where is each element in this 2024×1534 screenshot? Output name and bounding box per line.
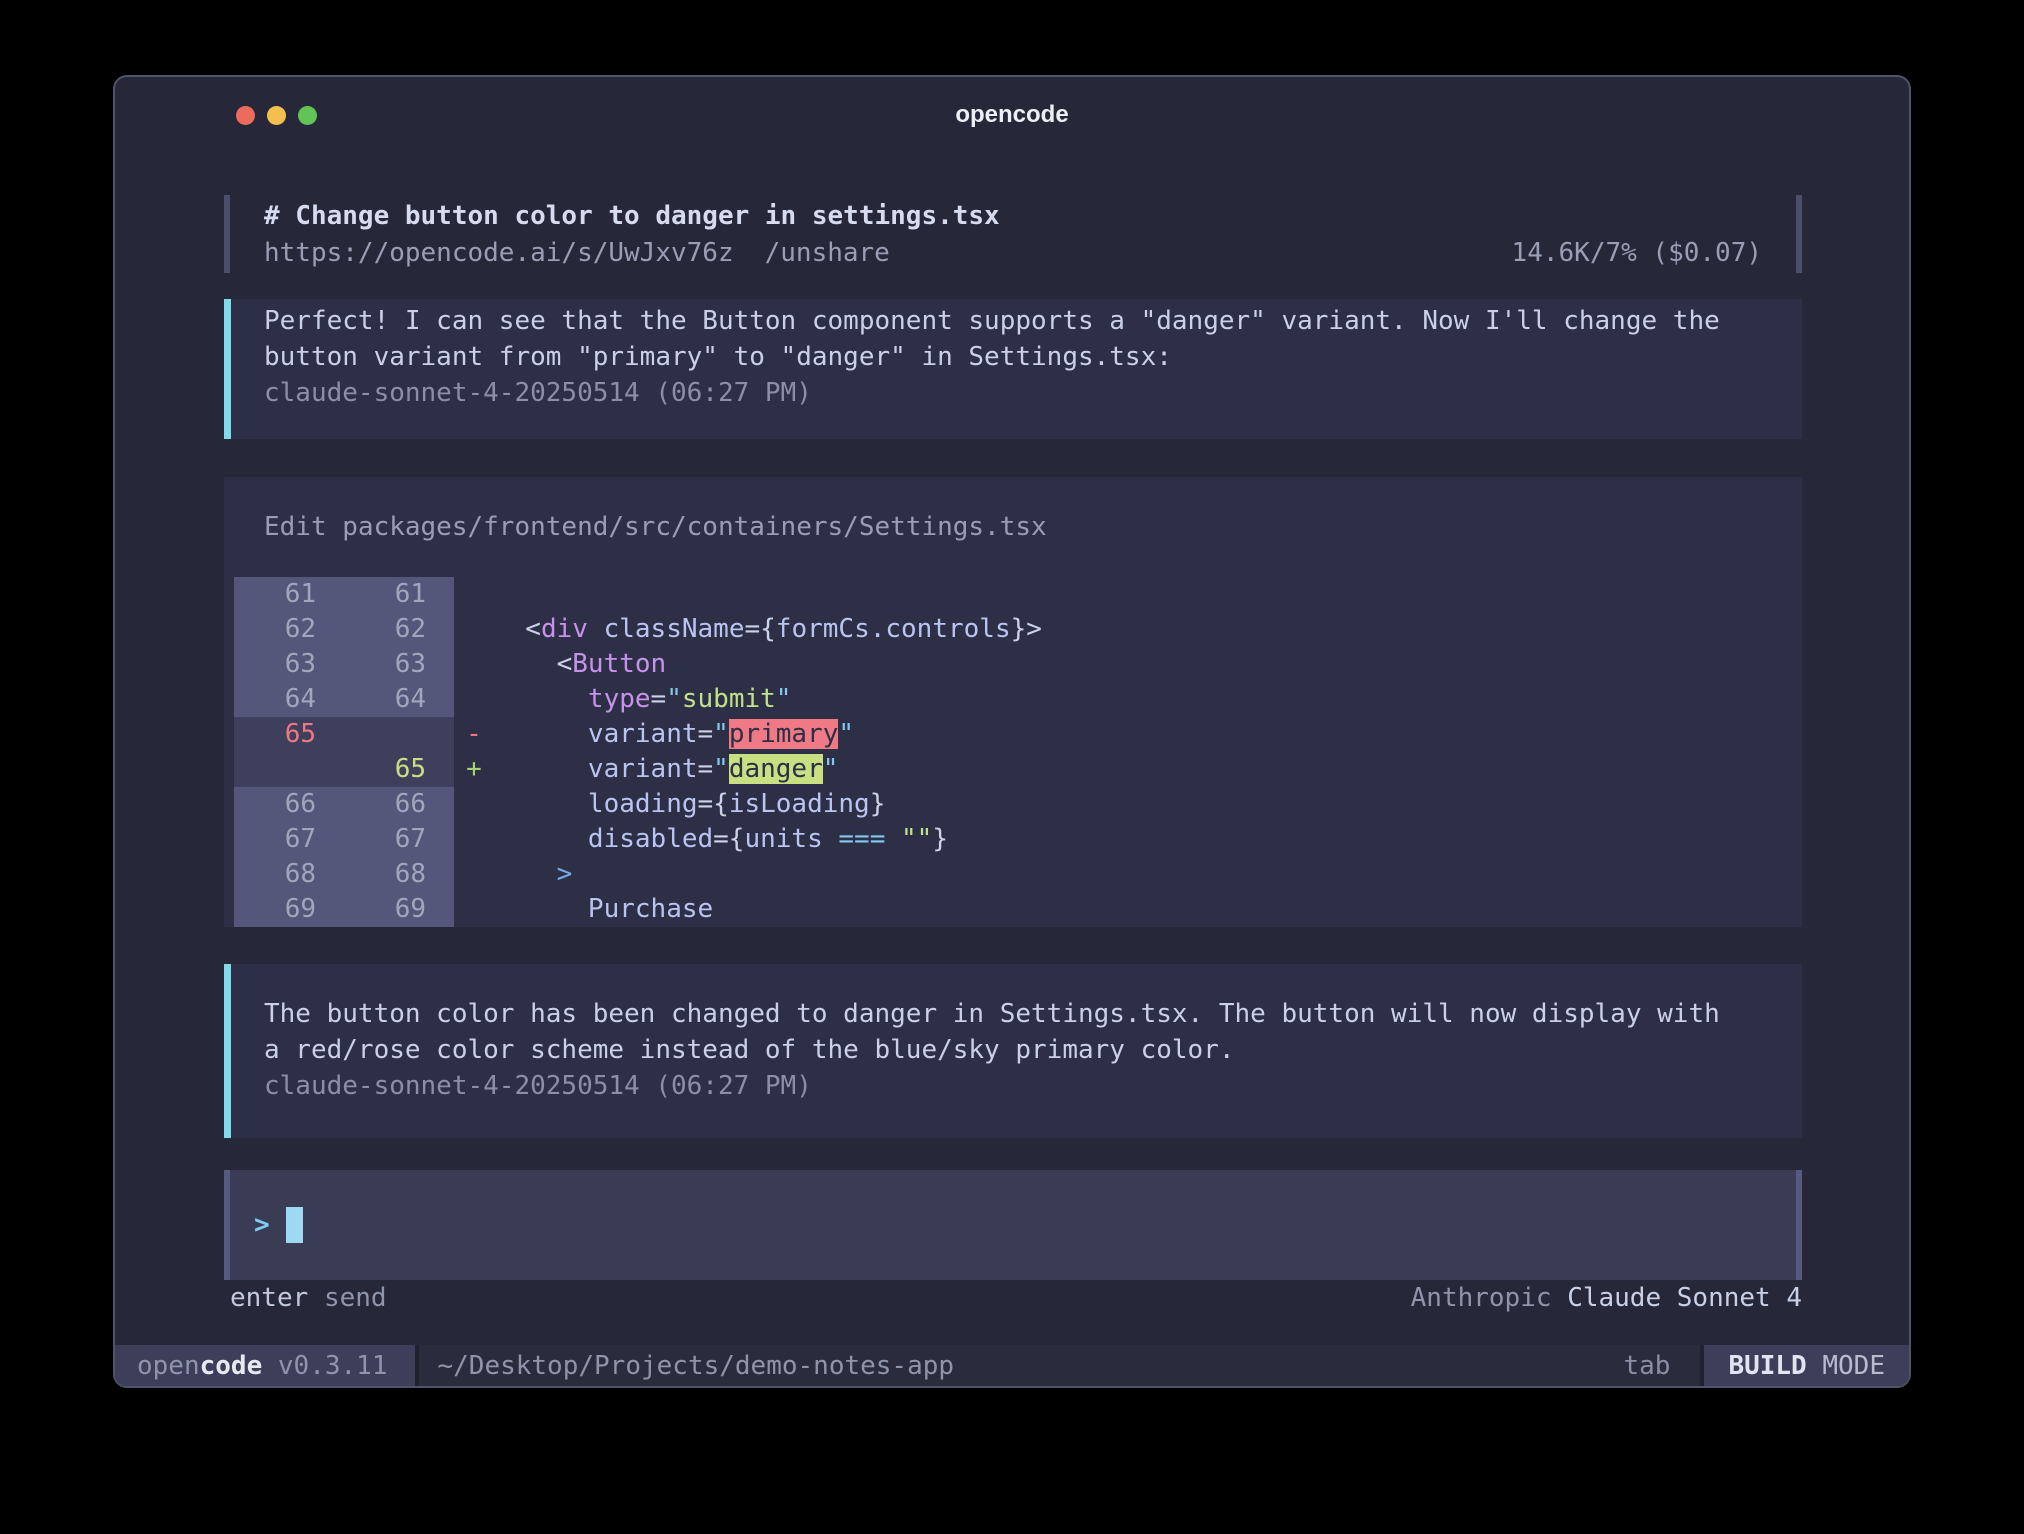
diff-sign <box>454 892 494 927</box>
diff-sign <box>454 787 494 822</box>
working-directory: ~/Desktop/Projects/demo-notes-app <box>437 1351 954 1381</box>
edit-tool-title: Edit packages/frontend/src/containers/Se… <box>224 477 1802 577</box>
app-name: open <box>137 1351 200 1381</box>
diff-row: 6464 type="submit" <box>224 682 1802 717</box>
line-number-new: 69 <box>344 892 454 927</box>
status-bar: opencode v0.3.11 ~/Desktop/Projects/demo… <box>115 1345 1909 1386</box>
tab-key-hint: tab <box>1623 1351 1700 1381</box>
line-number-old: 68 <box>234 857 344 892</box>
code-line: type="submit" <box>494 682 791 717</box>
token-usage: 14.6K/7% ($0.07) <box>1512 235 1762 271</box>
diff-table: 61616262 <div className={formCs.controls… <box>224 577 1802 927</box>
diff-row: 6666 loading={isLoading} <box>224 787 1802 822</box>
send-action-hint: send <box>324 1280 387 1316</box>
diff-sign <box>454 612 494 647</box>
line-number-old: 61 <box>234 577 344 612</box>
line-number-new: 68 <box>344 857 454 892</box>
line-number-new: 66 <box>344 787 454 822</box>
line-number-old: 67 <box>234 822 344 857</box>
code-line: <div className={formCs.controls}> <box>494 612 1042 647</box>
prompt-input[interactable]: > <box>224 1170 1802 1280</box>
unshare-command[interactable]: /unshare <box>765 235 890 271</box>
diff-sign: - <box>454 717 494 752</box>
diff-sign <box>454 822 494 857</box>
edit-tool-card: Edit packages/frontend/src/containers/Se… <box>224 477 1802 927</box>
line-number-old: 69 <box>234 892 344 927</box>
app-version: v0.3.11 <box>262 1351 387 1381</box>
line-number-new <box>344 717 454 752</box>
diff-row: 6868 > <box>224 857 1802 892</box>
diff-row: 6969 Purchase <box>224 892 1802 927</box>
line-number-old: 64 <box>234 682 344 717</box>
app-name-bold: code <box>200 1351 263 1381</box>
mode-label: BUILD <box>1728 1351 1806 1381</box>
diff-row: 6363 <Button <box>224 647 1802 682</box>
titlebar: opencode <box>115 77 1909 141</box>
message-line: button variant from "primary" to "danger… <box>264 339 1802 375</box>
share-url[interactable]: https://opencode.ai/s/UwJxv76z <box>264 235 734 271</box>
code-line: Purchase <box>494 892 713 927</box>
line-number-new: 65 <box>344 752 454 787</box>
diff-row: 6161 <box>224 577 1802 612</box>
enter-key-hint: enter <box>230 1280 308 1316</box>
message-meta: claude-sonnet-4-20250514 (06:27 PM) <box>264 375 1802 411</box>
send-action-hint <box>308 1280 324 1316</box>
diff-sign: + <box>454 752 494 787</box>
diff-sign <box>454 577 494 612</box>
diff-sign <box>454 857 494 892</box>
session-title: # Change button color to danger in setti… <box>264 197 1762 235</box>
prompt-caret: > <box>254 1210 270 1240</box>
text-cursor <box>286 1207 303 1243</box>
line-number-new: 67 <box>344 822 454 857</box>
line-number-new: 61 <box>344 577 454 612</box>
window-title: opencode <box>115 101 1909 129</box>
line-number-old: 65 <box>234 717 344 752</box>
line-number-old <box>234 752 344 787</box>
provider-name: Anthropic <box>1411 1283 1568 1313</box>
message-line: Perfect! I can see that the Button compo… <box>264 303 1802 339</box>
diff-row: 6262 <div className={formCs.controls}> <box>224 612 1802 647</box>
line-number-old: 62 <box>234 612 344 647</box>
message-line: a red/rose color scheme instead of the b… <box>264 1032 1802 1068</box>
diff-sign <box>454 647 494 682</box>
mode-chip: BUILD MODE <box>1700 1345 1909 1386</box>
line-number-new: 64 <box>344 682 454 717</box>
code-line: variant="danger" <box>494 752 838 787</box>
line-number-old: 63 <box>234 647 344 682</box>
code-line: disabled={units === ""} <box>494 822 948 857</box>
message-meta: claude-sonnet-4-20250514 (06:27 PM) <box>264 1068 1802 1104</box>
line-number-new: 63 <box>344 647 454 682</box>
session-header: # Change button color to danger in setti… <box>224 195 1802 273</box>
message-line: The button color has been changed to dan… <box>264 996 1802 1032</box>
footer-hints: enter send Anthropic Claude Sonnet 4 <box>230 1280 1802 1316</box>
app-version-chip: opencode v0.3.11 <box>115 1345 419 1386</box>
assistant-message: Perfect! I can see that the Button compo… <box>224 299 1802 439</box>
line-number-old: 66 <box>234 787 344 822</box>
opencode-window: opencode # Change button color to danger… <box>113 75 1911 1388</box>
diff-row: 6767 disabled={units === ""} <box>224 822 1802 857</box>
assistant-message: The button color has been changed to dan… <box>224 964 1802 1138</box>
code-line: > <box>494 857 572 892</box>
diff-sign <box>454 682 494 717</box>
diff-row: 65+ variant="danger" <box>224 752 1802 787</box>
mode-suffix: MODE <box>1807 1351 1885 1381</box>
code-line: <Button <box>494 647 666 682</box>
code-line: loading={isLoading} <box>494 787 885 822</box>
diff-row: 65 - variant="primary" <box>224 717 1802 752</box>
model-indicator: Anthropic Claude Sonnet 4 <box>1411 1280 1802 1316</box>
model-name: Claude Sonnet 4 <box>1567 1283 1802 1313</box>
code-line: variant="primary" <box>494 717 854 752</box>
line-number-new: 62 <box>344 612 454 647</box>
